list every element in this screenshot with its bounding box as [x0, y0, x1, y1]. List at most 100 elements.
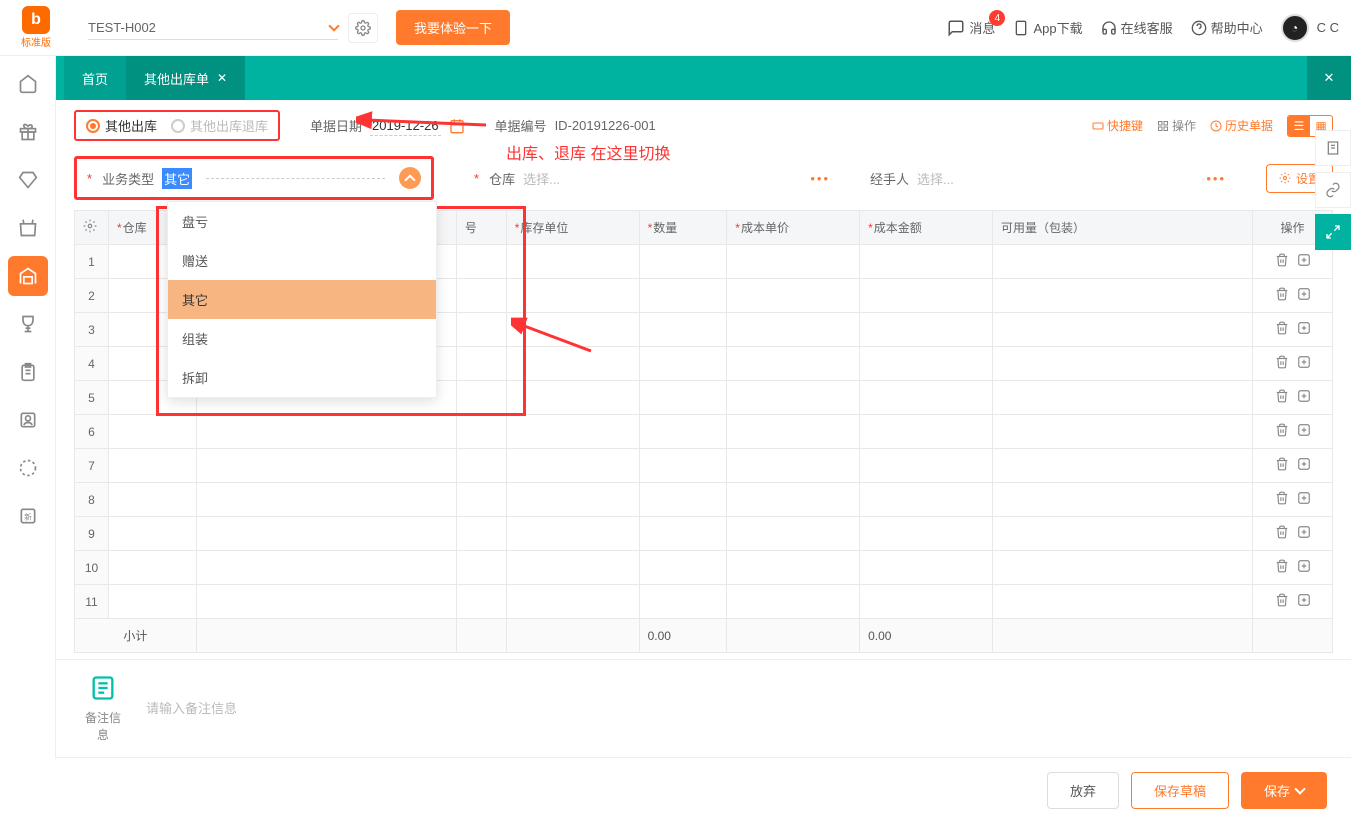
- ops-link[interactable]: 操作: [1157, 117, 1196, 134]
- footer: 放弃 保存草稿 保存: [56, 757, 1351, 823]
- delete-row-button[interactable]: [1275, 528, 1289, 542]
- app-download-button[interactable]: App下载: [1013, 18, 1082, 37]
- add-row-button[interactable]: [1297, 596, 1311, 610]
- trash-icon: [1275, 287, 1289, 301]
- topbar: b 标准版 TEST-H002 我要体验一下 消息 4 App下载 在线客服 帮…: [0, 0, 1351, 56]
- tab-home[interactable]: 首页: [64, 56, 126, 100]
- nav-clipboard[interactable]: [8, 352, 48, 392]
- save-draft-button[interactable]: 保存草稿: [1131, 772, 1229, 809]
- delete-row-button[interactable]: [1275, 256, 1289, 270]
- add-row-button[interactable]: [1297, 392, 1311, 406]
- plus-square-icon: [1297, 423, 1311, 437]
- row-ops: [1253, 517, 1333, 551]
- save-label: 保存: [1264, 781, 1290, 800]
- dropdown-option[interactable]: 拆卸: [168, 358, 436, 397]
- ellipsis-icon[interactable]: •••: [1206, 171, 1226, 186]
- delete-row-button[interactable]: [1275, 426, 1289, 440]
- business-type-select[interactable]: * 业务类型 其它 盘亏 赠送 其它 组装 拆卸: [74, 156, 434, 200]
- radio-return[interactable]: 其他出库退库: [171, 116, 268, 135]
- doc-date-value: 2019-12-26: [370, 116, 441, 136]
- nav-bag[interactable]: [8, 208, 48, 248]
- delete-row-button[interactable]: [1275, 358, 1289, 372]
- shortcut-label: 快捷键: [1107, 117, 1143, 134]
- add-row-button[interactable]: [1297, 290, 1311, 304]
- radio-outbound[interactable]: 其他出库: [86, 116, 157, 135]
- rail-link[interactable]: [1315, 172, 1351, 208]
- add-row-button[interactable]: [1297, 358, 1311, 372]
- nav-warehouse[interactable]: [8, 256, 48, 296]
- tab-close-icon[interactable]: ✕: [217, 71, 227, 85]
- history-link[interactable]: 历史单据: [1210, 117, 1273, 134]
- delete-row-button[interactable]: [1275, 494, 1289, 508]
- nav-money[interactable]: [8, 304, 48, 344]
- col-gear[interactable]: [75, 211, 109, 245]
- delete-row-button[interactable]: [1275, 290, 1289, 304]
- delete-row-button[interactable]: [1275, 562, 1289, 576]
- table-row[interactable]: 11: [75, 585, 1333, 619]
- row-ops: [1253, 381, 1333, 415]
- expand-icon: [1325, 224, 1341, 240]
- view-list[interactable]: ☰: [1288, 116, 1310, 136]
- row-ops: [1253, 585, 1333, 619]
- messages-button[interactable]: 消息 4: [947, 18, 995, 37]
- add-row-button[interactable]: [1297, 426, 1311, 440]
- content: 其他出库 其他出库退库 单据日期 2019-12-26 单据编号 ID-2019…: [56, 100, 1351, 823]
- doc-no-label: 单据编号: [495, 116, 547, 135]
- add-row-button[interactable]: [1297, 562, 1311, 576]
- customer-service-button[interactable]: 在线客服: [1101, 18, 1173, 37]
- row-index: 2: [75, 279, 109, 313]
- rail-expand[interactable]: [1315, 214, 1351, 250]
- history-label: 历史单据: [1225, 117, 1273, 134]
- delete-row-button[interactable]: [1275, 596, 1289, 610]
- required-star: *: [474, 171, 479, 186]
- shortcut-link[interactable]: 快捷键: [1092, 117, 1143, 134]
- add-row-button[interactable]: [1297, 528, 1311, 542]
- doc-date-field[interactable]: 单据日期 2019-12-26: [310, 116, 465, 136]
- org-selector[interactable]: TEST-H002: [88, 16, 338, 40]
- table-row[interactable]: 8: [75, 483, 1333, 517]
- dropdown-option[interactable]: 组装: [168, 319, 436, 358]
- ellipsis-icon[interactable]: •••: [810, 171, 830, 186]
- dropdown-option[interactable]: 盘亏: [168, 202, 436, 241]
- help-center-button[interactable]: 帮助中心: [1191, 18, 1263, 37]
- help-icon: [1191, 20, 1207, 36]
- table-row[interactable]: 7: [75, 449, 1333, 483]
- nav-contact[interactable]: [8, 400, 48, 440]
- remark-input[interactable]: [140, 695, 1323, 722]
- add-row-button[interactable]: [1297, 460, 1311, 474]
- tab-other-outbound[interactable]: 其他出库单 ✕: [126, 56, 245, 100]
- add-row-button[interactable]: [1297, 494, 1311, 508]
- table-row[interactable]: 6: [75, 415, 1333, 449]
- user-menu[interactable]: ◔ C C: [1281, 14, 1339, 42]
- nav-new[interactable]: 新: [8, 496, 48, 536]
- nav-home[interactable]: [8, 64, 48, 104]
- doc-type-radio-group: 其他出库 其他出库退库: [74, 110, 280, 141]
- underline: [206, 178, 385, 179]
- row-ops: [1253, 347, 1333, 381]
- chevron-up-icon[interactable]: [399, 167, 421, 189]
- nav-loading[interactable]: [8, 448, 48, 488]
- rail-notes[interactable]: [1315, 130, 1351, 166]
- table-row[interactable]: 9: [75, 517, 1333, 551]
- save-button[interactable]: 保存: [1241, 772, 1327, 809]
- app-download-label: App下载: [1033, 18, 1082, 37]
- dropdown-option[interactable]: 赠送: [168, 241, 436, 280]
- customer-service-label: 在线客服: [1121, 18, 1173, 37]
- nav-diamond[interactable]: [8, 160, 48, 200]
- add-row-button[interactable]: [1297, 324, 1311, 338]
- close-all-tabs-button[interactable]: ✕: [1307, 56, 1351, 100]
- nav-gift[interactable]: [8, 112, 48, 152]
- settings-gear-button[interactable]: [348, 13, 378, 43]
- delete-row-button[interactable]: [1275, 460, 1289, 474]
- diamond-icon: [18, 170, 38, 190]
- discard-button[interactable]: 放弃: [1047, 772, 1119, 809]
- handler-select[interactable]: 经手人 选择... •••: [870, 169, 1226, 188]
- try-button[interactable]: 我要体验一下: [396, 10, 510, 45]
- table-row[interactable]: 10: [75, 551, 1333, 585]
- chevron-down-icon: [330, 20, 338, 35]
- delete-row-button[interactable]: [1275, 392, 1289, 406]
- dropdown-option-selected[interactable]: 其它: [168, 280, 436, 319]
- warehouse-select[interactable]: * 仓库 选择... •••: [474, 169, 830, 188]
- delete-row-button[interactable]: [1275, 324, 1289, 338]
- add-row-button[interactable]: [1297, 256, 1311, 270]
